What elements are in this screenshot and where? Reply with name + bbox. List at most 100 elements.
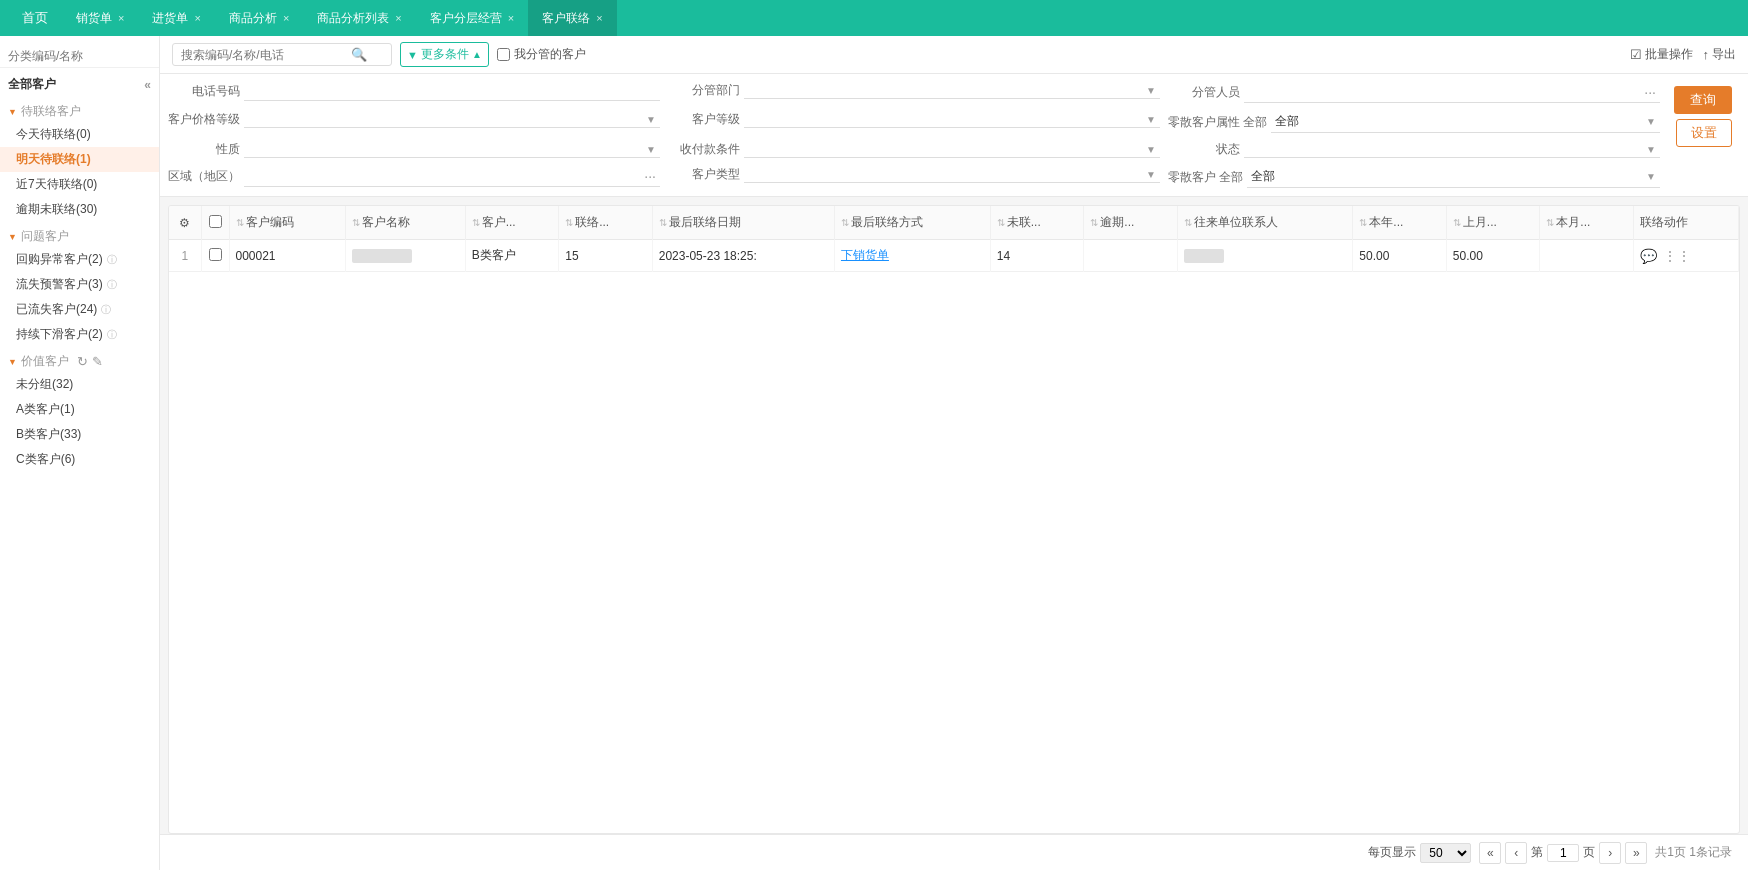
th-contact-person[interactable]: ⇅往来单位联系人: [1177, 206, 1353, 240]
filter-customer-level-select[interactable]: ▼: [744, 112, 1160, 128]
th-this-month[interactable]: ⇅本月...: [1540, 206, 1634, 240]
search-icon[interactable]: 🔍: [351, 47, 367, 62]
sidebar-item-class-b[interactable]: B类客户(33): [0, 422, 159, 447]
close-product-analysis-icon[interactable]: ×: [283, 12, 289, 24]
triangle-icon: ▼: [8, 107, 17, 117]
all-customers-header[interactable]: 全部客户 «: [0, 72, 159, 97]
th-this-year[interactable]: ⇅本年...: [1353, 206, 1447, 240]
name-blur: [352, 249, 412, 263]
table-row: 1 000021 B类客户 15 2023-05-23 18:25: 下销货单 …: [169, 240, 1739, 272]
sidebar-item-today-pending[interactable]: 今天待联络(0): [0, 122, 159, 147]
filter-payment-terms-select[interactable]: ▼: [744, 142, 1160, 158]
nav-purchase[interactable]: 进货单 ×: [138, 0, 214, 36]
triangle-icon2: ▼: [8, 232, 17, 242]
th-type[interactable]: ⇅客户...: [465, 206, 559, 240]
filter-phone-input[interactable]: [244, 82, 660, 101]
row-checkbox-cell[interactable]: [201, 240, 229, 272]
th-last-month[interactable]: ⇅上月...: [1446, 206, 1540, 240]
th-last-contact-method[interactable]: ⇅最后联络方式: [834, 206, 990, 240]
th-gear[interactable]: ⚙: [169, 206, 201, 240]
th-checkbox[interactable]: [201, 206, 229, 240]
nav-product-analysis[interactable]: 商品分析 ×: [215, 0, 303, 36]
query-btn[interactable]: 查询: [1674, 86, 1732, 114]
sidebar-item-churned[interactable]: 已流失客户(24) ⓘ: [0, 297, 159, 322]
action-more-icon[interactable]: ⋮⋮: [1663, 248, 1691, 264]
page-input[interactable]: [1547, 844, 1579, 862]
action-comment-icon[interactable]: 💬: [1640, 248, 1657, 264]
filter-person-select[interactable]: ···: [1244, 82, 1660, 103]
filter-retail-customer-select[interactable]: 全部 ▼: [1247, 166, 1660, 188]
sidebar-item-churn-warning[interactable]: 流失预警客户(3) ⓘ: [0, 272, 159, 297]
my-customers-wrap[interactable]: 我分管的客户: [497, 46, 586, 63]
settings-btn[interactable]: 设置: [1676, 119, 1732, 147]
filter-dept-select[interactable]: ▼: [744, 83, 1160, 99]
nav-customer-contact[interactable]: 客户联络 ×: [528, 0, 616, 36]
more-conditions-btn[interactable]: ▼ 更多条件 ▲: [400, 42, 489, 67]
row-uncontacted: 14: [990, 240, 1084, 272]
nav-customer-tier[interactable]: 客户分层经营 ×: [416, 0, 528, 36]
export-btn[interactable]: ↑ 导出: [1703, 46, 1737, 63]
sidebar-item-tomorrow-pending[interactable]: 明天待联络(1): [0, 147, 159, 172]
th-code[interactable]: ⇅客户编码: [229, 206, 345, 240]
row-last-contact-method[interactable]: 下销货单: [834, 240, 990, 272]
filter-nature-label: 性质: [168, 141, 240, 158]
th-uncontacted[interactable]: ⇅未联...: [990, 206, 1084, 240]
close-purchase-icon[interactable]: ×: [194, 12, 200, 24]
sidebar-item-declining[interactable]: 持续下滑客户(2) ⓘ: [0, 322, 159, 347]
batch-op-btn[interactable]: ☑ 批量操作: [1630, 46, 1693, 63]
row-name: [345, 240, 465, 272]
sidebar-item-class-a[interactable]: A类客户(1): [0, 397, 159, 422]
page-label: 第: [1531, 844, 1543, 861]
row-checkbox[interactable]: [209, 248, 222, 261]
filter-price-level-select[interactable]: ▼: [244, 112, 660, 128]
sidebar-search-input[interactable]: [8, 49, 158, 63]
next-page-btn[interactable]: ›: [1599, 842, 1621, 864]
pagination-btns: « ‹ 第 页 › »: [1479, 842, 1647, 864]
close-customer-contact-icon[interactable]: ×: [596, 12, 602, 24]
sidebar-item-ungrouped[interactable]: 未分组(32): [0, 372, 159, 397]
collapse-icon[interactable]: «: [144, 78, 151, 92]
first-page-btn[interactable]: «: [1479, 842, 1501, 864]
row-code: 000021: [229, 240, 345, 272]
sidebar-item-7days-pending[interactable]: 近7天待联络(0): [0, 172, 159, 197]
close-product-analysis-list-icon[interactable]: ×: [395, 12, 401, 24]
chevron-down-icon9: ▼: [1646, 171, 1656, 182]
close-sales-icon[interactable]: ×: [118, 12, 124, 24]
th-name[interactable]: ⇅客户名称: [345, 206, 465, 240]
sidebar-item-repurchase-abnormal[interactable]: 回购异常客户(2) ⓘ: [0, 247, 159, 272]
th-overdue[interactable]: ⇅逾期...: [1084, 206, 1178, 240]
refresh-icon[interactable]: ↻: [77, 354, 88, 369]
per-page-dropdown[interactable]: 10 20 50 100: [1420, 843, 1471, 863]
th-contact-count[interactable]: ⇅联络...: [559, 206, 653, 240]
info-icon2: ⓘ: [107, 278, 117, 292]
row-overdue: [1084, 240, 1178, 272]
filter-customer-level-label: 客户等级: [668, 111, 740, 128]
filter-customer-type-select[interactable]: ▼: [744, 167, 1160, 183]
filter-status-select[interactable]: ▼: [1244, 142, 1660, 158]
filter-customer-type-label: 客户类型: [668, 166, 740, 183]
nav-product-analysis-list[interactable]: 商品分析列表 ×: [303, 0, 415, 36]
close-customer-tier-icon[interactable]: ×: [508, 12, 514, 24]
filter-retail-customer-label: 零散客户 全部: [1168, 169, 1243, 186]
filter-price-level: 客户价格等级 ▼: [168, 111, 660, 128]
last-contact-method-link[interactable]: 下销货单: [841, 248, 889, 262]
row-type: B类客户: [465, 240, 559, 272]
nav-sales[interactable]: 销货单 ×: [62, 0, 138, 36]
filter-retail-attr-value: 全部: [1275, 113, 1299, 130]
select-all-checkbox[interactable]: [209, 215, 222, 228]
nav-home[interactable]: 首页: [8, 0, 62, 36]
filter-payment-terms: 收付款条件 ▼: [668, 141, 1160, 158]
th-last-contact-date[interactable]: ⇅最后联络日期: [652, 206, 834, 240]
filter-nature-select[interactable]: ▼: [244, 142, 660, 158]
sidebar-item-class-c[interactable]: C类客户(6): [0, 447, 159, 472]
search-input[interactable]: [181, 48, 351, 62]
filter-retail-attr-select[interactable]: 全部 ▼: [1271, 111, 1660, 133]
my-customers-checkbox[interactable]: [497, 48, 510, 61]
row-this-year: 50.00: [1353, 240, 1447, 272]
sidebar-item-overdue-pending[interactable]: 逾期未联络(30): [0, 197, 159, 222]
prev-page-btn[interactable]: ‹: [1505, 842, 1527, 864]
last-page-btn[interactable]: »: [1625, 842, 1647, 864]
filter-region-select[interactable]: ···: [244, 166, 660, 187]
edit-icon[interactable]: ✎: [92, 354, 103, 369]
chevron-down-icon3: ▼: [1146, 114, 1156, 125]
